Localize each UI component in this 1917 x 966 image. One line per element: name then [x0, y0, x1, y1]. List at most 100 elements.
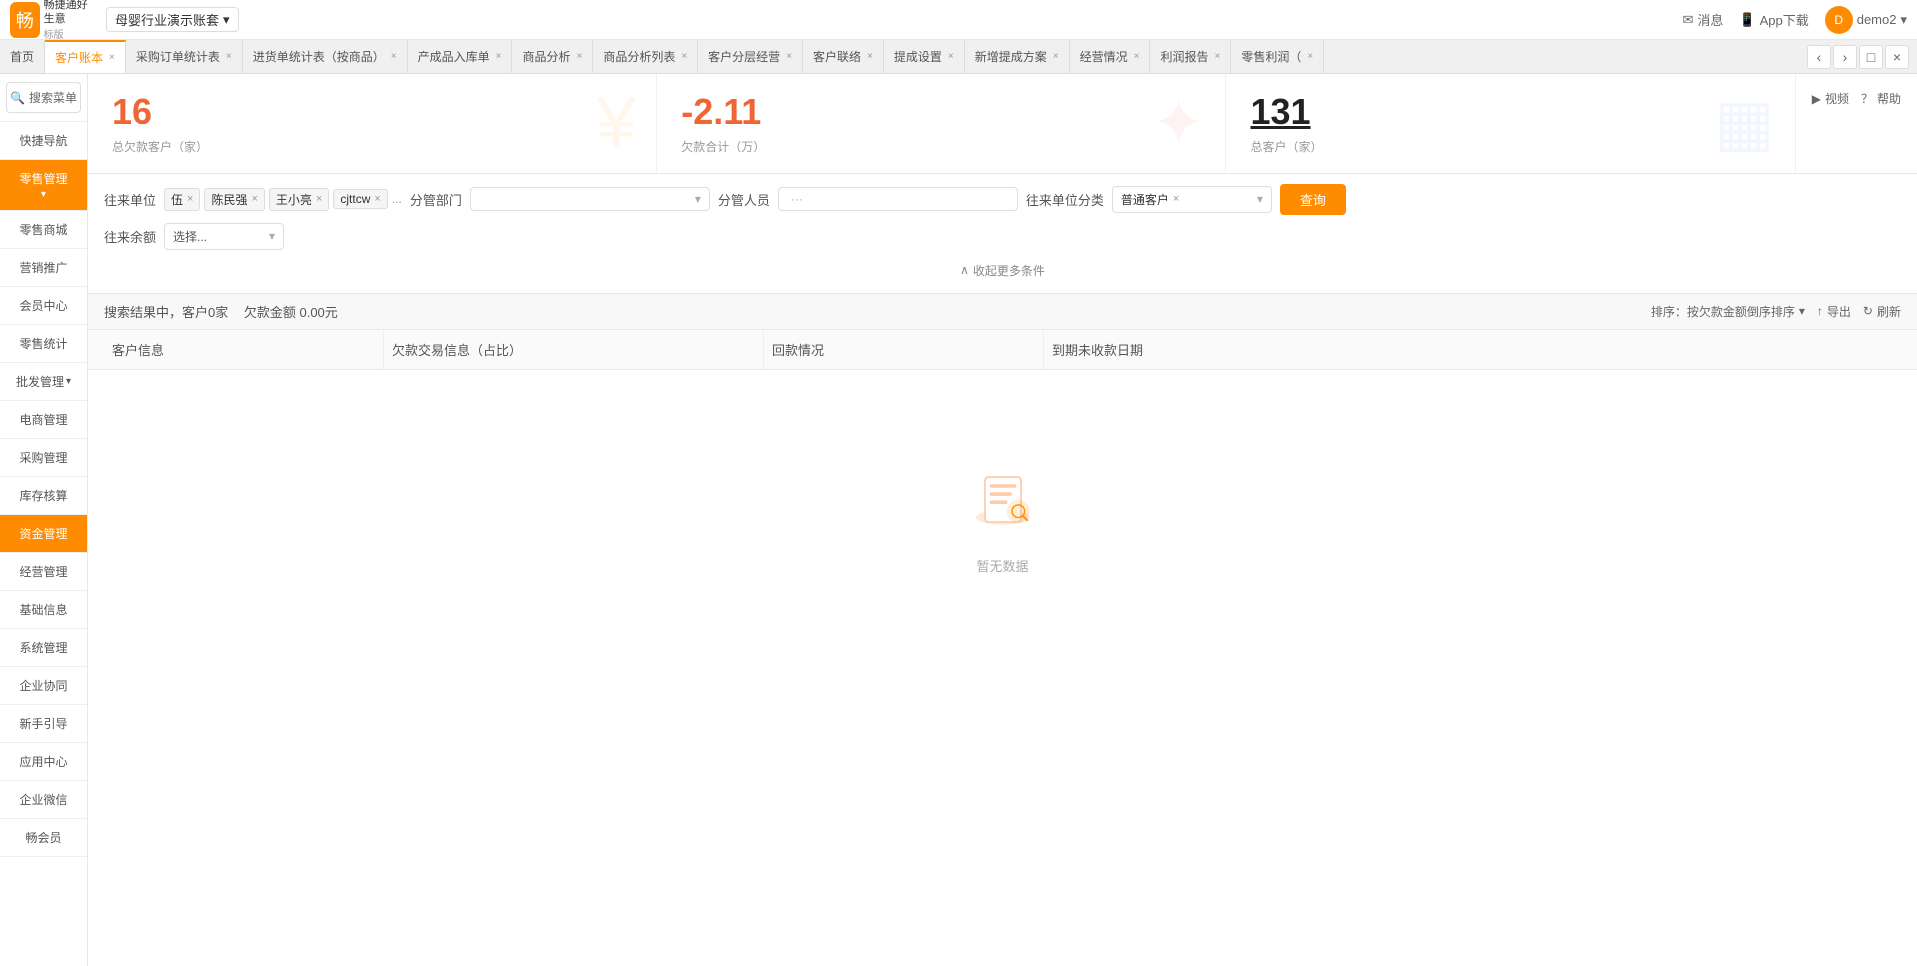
balance-input[interactable]: 选择... ▾ [164, 223, 284, 250]
refresh-label: 刷新 [1877, 303, 1901, 320]
sidebar-item-enterprise[interactable]: 企业协同 [0, 667, 87, 705]
filter-tag-wu-close[interactable]: × [187, 193, 193, 205]
tab-promotion-settings-close[interactable]: × [948, 51, 954, 62]
filter-row-1: 往来单位 伍 × 陈民强 × 王小亮 × cjttcw [104, 184, 1901, 215]
collapse-btn[interactable]: ∧ 收起更多条件 [960, 262, 1045, 279]
sidebar-item-inventory[interactable]: 库存核算 [0, 477, 87, 515]
sidebar-item-newbie[interactable]: 新手引导 [0, 705, 87, 743]
tab-customer-contact-close[interactable]: × [867, 51, 873, 62]
app-download-btn[interactable]: 📱 App下载 [1739, 10, 1808, 29]
filter-tag-wang[interactable]: 王小亮 × [269, 188, 329, 211]
sidebar-item-retail-mall[interactable]: 零售商城 [0, 211, 87, 249]
empty-icon [958, 450, 1048, 540]
collapse-row: ∧ 收起更多条件 [104, 258, 1901, 283]
filter-tag-cjttcw-close[interactable]: × [374, 193, 380, 205]
sidebar-item-member-center[interactable]: 会员中心 [0, 287, 87, 325]
tab-goods-analysis[interactable]: 商品分析 × [512, 40, 593, 74]
stat-overdue-amount-label: 欠款合计（万） [681, 138, 765, 155]
tab-purchase-order[interactable]: 采购订单统计表 × [126, 40, 243, 74]
tab-expand-btn[interactable]: □ [1859, 45, 1883, 69]
tab-profit-report[interactable]: 利润报告 × [1150, 40, 1231, 74]
tab-instock-stat-label: 进货单统计表（按商品） [253, 48, 385, 65]
tab-instock-stat-close[interactable]: × [391, 51, 397, 62]
tab-profit-report-close[interactable]: × [1214, 51, 1220, 62]
tab-customer-tier-close[interactable]: × [786, 51, 792, 62]
search-menu-label: 搜索菜单 [29, 89, 77, 106]
tab-retail-profit-label: 零售利润（ [1241, 48, 1301, 65]
tab-product-instock[interactable]: 产成品入库单 × [408, 40, 513, 74]
sidebar-item-marketing-label: 营销推广 [19, 259, 67, 276]
sidebar-item-purchase[interactable]: 采购管理 [0, 439, 87, 477]
sidebar-item-retail-mgmt[interactable]: 零售管理 ▾ [0, 160, 87, 211]
logo-icon: 畅 [10, 2, 40, 38]
top-nav: 畅 畅捷通好生意 标版 母婴行业演示账套 ▾ ✉ 消息 📱 App下载 D de… [0, 0, 1917, 40]
sidebar-item-capital[interactable]: 资金管理 [0, 515, 87, 553]
tab-new-promotion[interactable]: 新增提成方案 × [965, 40, 1070, 74]
tab-goods-analysis-list-close[interactable]: × [681, 51, 687, 62]
dept-filter-label: 分管部门 [410, 190, 462, 209]
help-btn[interactable]: ？ 帮助 [1861, 90, 1901, 107]
tab-customer-contact[interactable]: 客户联络 × [803, 40, 884, 74]
person-select[interactable]: ··· [778, 187, 1018, 211]
sidebar-item-retail-stat[interactable]: 零售统计 [0, 325, 87, 363]
sidebar-item-app-center[interactable]: 应用中心 [0, 743, 87, 781]
sidebar-item-business[interactable]: 经营管理 [0, 553, 87, 591]
filter-tag-chen[interactable]: 陈民强 × [204, 188, 264, 211]
tab-prev-btn[interactable]: ‹ [1807, 45, 1831, 69]
video-icon: ▶ [1812, 92, 1821, 106]
tab-customer-book[interactable]: 客户账本 × [45, 40, 126, 74]
tab-next-btn[interactable]: › [1833, 45, 1857, 69]
tab-new-promotion-close[interactable]: × [1053, 51, 1059, 62]
account-selector[interactable]: 母婴行业演示账套 ▾ [106, 7, 239, 32]
tab-promotion-settings[interactable]: 提成设置 × [884, 40, 965, 74]
message-label: 消息 [1697, 10, 1723, 29]
tab-bar-actions: ‹ › □ × [1799, 45, 1917, 69]
tab-retail-profit-close[interactable]: × [1307, 51, 1313, 62]
table-container: 客户信息 欠款交易信息（占比） 回款情况 到期未收款日期 [88, 330, 1917, 966]
tab-customer-tier[interactable]: 客户分层经营 × [698, 40, 803, 74]
tab-instock-stat[interactable]: 进货单统计表（按商品） × [243, 40, 408, 74]
tab-retail-profit[interactable]: 零售利润（ × [1231, 40, 1324, 74]
tab-customer-book-close[interactable]: × [109, 52, 115, 63]
filter-tag-wang-close[interactable]: × [316, 193, 322, 205]
dept-select[interactable]: ▾ [470, 187, 710, 211]
tab-product-instock-close[interactable]: × [496, 51, 502, 62]
th-repayment-label: 回款情况 [772, 343, 824, 358]
user-area[interactable]: D demo2 ▾ [1825, 6, 1907, 34]
sidebar-item-system[interactable]: 系统管理 [0, 629, 87, 667]
sidebar-item-enterprise-wechat[interactable]: 企业微信 [0, 781, 87, 819]
filter-tag-chen-close[interactable]: × [251, 193, 257, 205]
tab-close-all-btn[interactable]: × [1885, 45, 1909, 69]
unit-type-select[interactable]: 普通客户 × ▾ [1112, 186, 1272, 213]
logo-area: 畅 畅捷通好生意 标版 [10, 0, 98, 41]
query-button[interactable]: 查询 [1280, 184, 1346, 215]
sidebar-item-marketing[interactable]: 营销推广 [0, 249, 87, 287]
sidebar-item-member[interactable]: 畅会员 [0, 819, 87, 857]
tab-goods-analysis-list[interactable]: 商品分析列表 × [593, 40, 698, 74]
filter-more-btn[interactable]: ... [392, 192, 402, 206]
sidebar-item-batch-mgmt[interactable]: 批发管理 ▾ [0, 363, 87, 401]
filter-tag-cjttcw[interactable]: cjttcw × [333, 189, 387, 209]
filter-tag-normal-customer-close[interactable]: × [1173, 193, 1179, 205]
sidebar-item-ecommerce[interactable]: 电商管理 [0, 401, 87, 439]
tab-purchase-order-close[interactable]: × [226, 51, 232, 62]
th-repayment: 回款情况 [764, 330, 1044, 369]
tab-business-status-close[interactable]: × [1134, 51, 1140, 62]
search-menu-btn[interactable]: 🔍 搜索菜单 [6, 82, 81, 113]
filter-tag-normal-customer[interactable]: 普通客户 × [1121, 191, 1179, 208]
sidebar-item-basic-info[interactable]: 基础信息 [0, 591, 87, 629]
message-btn[interactable]: ✉ 消息 [1682, 10, 1723, 29]
tab-purchase-order-label: 采购订单统计表 [136, 48, 220, 65]
tab-business-status[interactable]: 经营情况 × [1070, 40, 1151, 74]
tab-new-promotion-label: 新增提成方案 [975, 48, 1047, 65]
refresh-btn[interactable]: ↻ 刷新 [1863, 303, 1901, 320]
tab-goods-analysis-close[interactable]: × [576, 51, 582, 62]
sidebar-item-quick-nav[interactable]: 快捷导航 [0, 122, 87, 160]
stat-overdue-customers-bg-icon: ¥ [596, 82, 636, 164]
filter-tag-wu[interactable]: 伍 × [164, 188, 200, 211]
tab-home[interactable]: 首页 [0, 40, 45, 74]
sidebar-item-inventory-label: 库存核算 [19, 487, 67, 504]
sort-selector[interactable]: 排序：按欠款金额倒序排序 ▾ [1651, 303, 1805, 320]
video-btn[interactable]: ▶ 视频 [1812, 90, 1849, 107]
export-btn[interactable]: ↑ 导出 [1817, 303, 1851, 320]
